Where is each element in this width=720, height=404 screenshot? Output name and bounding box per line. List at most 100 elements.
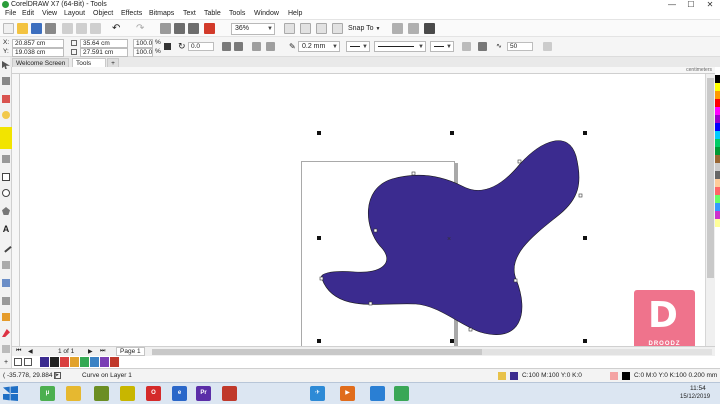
scale-x-field[interactable]: 100.0	[133, 39, 153, 48]
palette-swatch-8[interactable]	[715, 131, 720, 139]
selection-handle-ml[interactable]	[317, 236, 321, 240]
palette-swatch-16[interactable]	[715, 195, 720, 203]
vertical-scrollbar-thumb[interactable]	[707, 78, 714, 278]
minimize-button[interactable]: —	[664, 0, 680, 9]
document-palette-swatch-0[interactable]	[40, 357, 50, 367]
palette-swatch-14[interactable]	[715, 179, 720, 187]
media-player-icon[interactable]: ▶	[340, 386, 355, 401]
application-launcher-icon[interactable]	[424, 23, 435, 34]
android-studio-icon[interactable]	[370, 386, 385, 401]
palette-swatch-7[interactable]	[715, 123, 720, 131]
shape-tool-icon[interactable]	[2, 77, 10, 85]
rotation-angle-field[interactable]: 0.0	[188, 42, 214, 51]
selection-handle-br[interactable]	[583, 339, 587, 343]
coreldraw-taskbar-icon[interactable]	[222, 386, 237, 401]
quick-customize-icon[interactable]	[543, 42, 552, 51]
selection-handle-tr[interactable]	[583, 131, 587, 135]
menu-edit[interactable]: Edit	[22, 9, 34, 19]
previous-page-icon[interactable]: ◀	[28, 348, 33, 355]
menu-layout[interactable]: Layout	[64, 9, 85, 19]
x-position-field[interactable]: 20.857 cm	[12, 39, 64, 48]
selection-handle-bm[interactable]	[450, 339, 454, 343]
selection-handle-tm[interactable]	[450, 131, 454, 135]
print-icon[interactable]	[45, 23, 56, 34]
open-folder-icon[interactable]	[17, 23, 28, 34]
telegram-icon[interactable]: ✈	[310, 386, 325, 401]
transparency-tool-icon[interactable]	[2, 297, 10, 305]
paste-icon[interactable]	[90, 23, 101, 34]
save-icon[interactable]	[31, 23, 42, 34]
document-palette-swatch-1[interactable]	[50, 357, 60, 367]
document-palette-swatch-5[interactable]	[90, 357, 100, 367]
copy-icon[interactable]	[76, 23, 87, 34]
line-style-select[interactable]: ▼	[374, 41, 426, 52]
zoom-tool-icon[interactable]	[2, 111, 10, 119]
opera-icon[interactable]: O	[146, 386, 161, 401]
zoom-level-select[interactable]: 36% ▼	[231, 23, 275, 35]
windows-start-icon[interactable]	[3, 386, 18, 401]
palette-swatch-13[interactable]	[715, 171, 720, 179]
palette-swatch-1[interactable]	[715, 75, 720, 83]
close-button[interactable]: ✕	[702, 0, 718, 9]
text-tool-icon[interactable]: A	[2, 225, 10, 234]
end-arrowhead-select[interactable]: ▼	[430, 41, 454, 52]
no-color-swatch[interactable]	[14, 358, 22, 366]
horizontal-ruler[interactable]: centimeters	[12, 67, 715, 74]
center-x-mark[interactable]: ×	[447, 236, 451, 243]
chrome-icon[interactable]	[394, 386, 409, 401]
export-icon[interactable]	[188, 23, 199, 34]
mirror-vertical-icon[interactable]	[234, 42, 243, 51]
document-palette-swatch-6[interactable]	[100, 357, 110, 367]
palette-swatch-2[interactable]	[715, 83, 720, 91]
curve-smoothing-field[interactable]: 50	[507, 42, 533, 51]
drawing-canvas[interactable]: ×	[20, 74, 715, 346]
fill-color-swatch[interactable]	[510, 372, 518, 380]
palette-swatch-19[interactable]	[715, 219, 720, 227]
last-page-icon[interactable]: ⏭	[100, 348, 105, 355]
vertical-ruler[interactable]	[12, 74, 20, 346]
menu-tools[interactable]: Tools	[229, 9, 245, 19]
palette-swatch-12[interactable]	[715, 163, 720, 171]
smart-fill-tool-icon[interactable]	[2, 155, 10, 163]
new-document-icon[interactable]	[3, 23, 14, 34]
object-height-field[interactable]: 27.591 cm	[80, 48, 128, 57]
scale-y-field[interactable]: 100.0	[133, 48, 153, 57]
palette-swatch-3[interactable]	[715, 91, 720, 99]
menu-file[interactable]: File	[5, 9, 16, 19]
lock-ratio-icon[interactable]	[164, 43, 171, 50]
full-screen-icon[interactable]	[284, 23, 295, 34]
menu-object[interactable]: Object	[93, 9, 113, 19]
snap-to-dropdown[interactable]: Snap To ▼	[348, 24, 380, 34]
page-1-tab[interactable]: Page 1	[116, 347, 145, 356]
menu-view[interactable]: View	[42, 9, 57, 19]
corel-connect-icon[interactable]	[120, 386, 135, 401]
freehand-tool-highlight[interactable]	[0, 127, 12, 149]
break-apart-icon[interactable]	[266, 42, 275, 51]
cut-icon[interactable]	[62, 23, 73, 34]
palette-swatch-0[interactable]	[715, 67, 720, 75]
corel-suite-icon[interactable]	[94, 386, 109, 401]
tab-welcome-screen[interactable]: Welcome Screen	[12, 58, 70, 67]
coreldraw-app-icon[interactable]	[2, 1, 9, 8]
menu-table[interactable]: Table	[204, 9, 221, 19]
color-eyedropper-tool-icon[interactable]	[2, 313, 10, 321]
welcome-screen-icon[interactable]	[392, 23, 403, 34]
document-palette-swatch-7[interactable]	[110, 357, 120, 367]
horizontal-scrollbar-thumb[interactable]	[152, 349, 482, 355]
palette-swatch-15[interactable]	[715, 187, 720, 195]
smart-fill-icon[interactable]	[2, 345, 10, 353]
palette-swatch-6[interactable]	[715, 115, 720, 123]
y-position-field[interactable]: 19.038 cm	[12, 48, 64, 57]
tab-tools[interactable]: Tools	[72, 58, 106, 67]
redo-icon[interactable]: ↷	[136, 23, 144, 34]
vertical-scrollbar[interactable]	[705, 74, 715, 346]
undo-icon[interactable]: ↶	[112, 23, 120, 34]
document-palette-swatch-4[interactable]	[80, 357, 90, 367]
document-palette-swatch-3[interactable]	[70, 357, 80, 367]
first-page-icon[interactable]: ⏮	[16, 348, 21, 355]
maximize-button[interactable]: ☐	[683, 0, 699, 9]
new-tab-button[interactable]: +	[107, 58, 119, 67]
import-icon[interactable]	[174, 23, 185, 34]
file-explorer-icon[interactable]	[66, 386, 81, 401]
no-fill-icon[interactable]	[24, 358, 32, 366]
